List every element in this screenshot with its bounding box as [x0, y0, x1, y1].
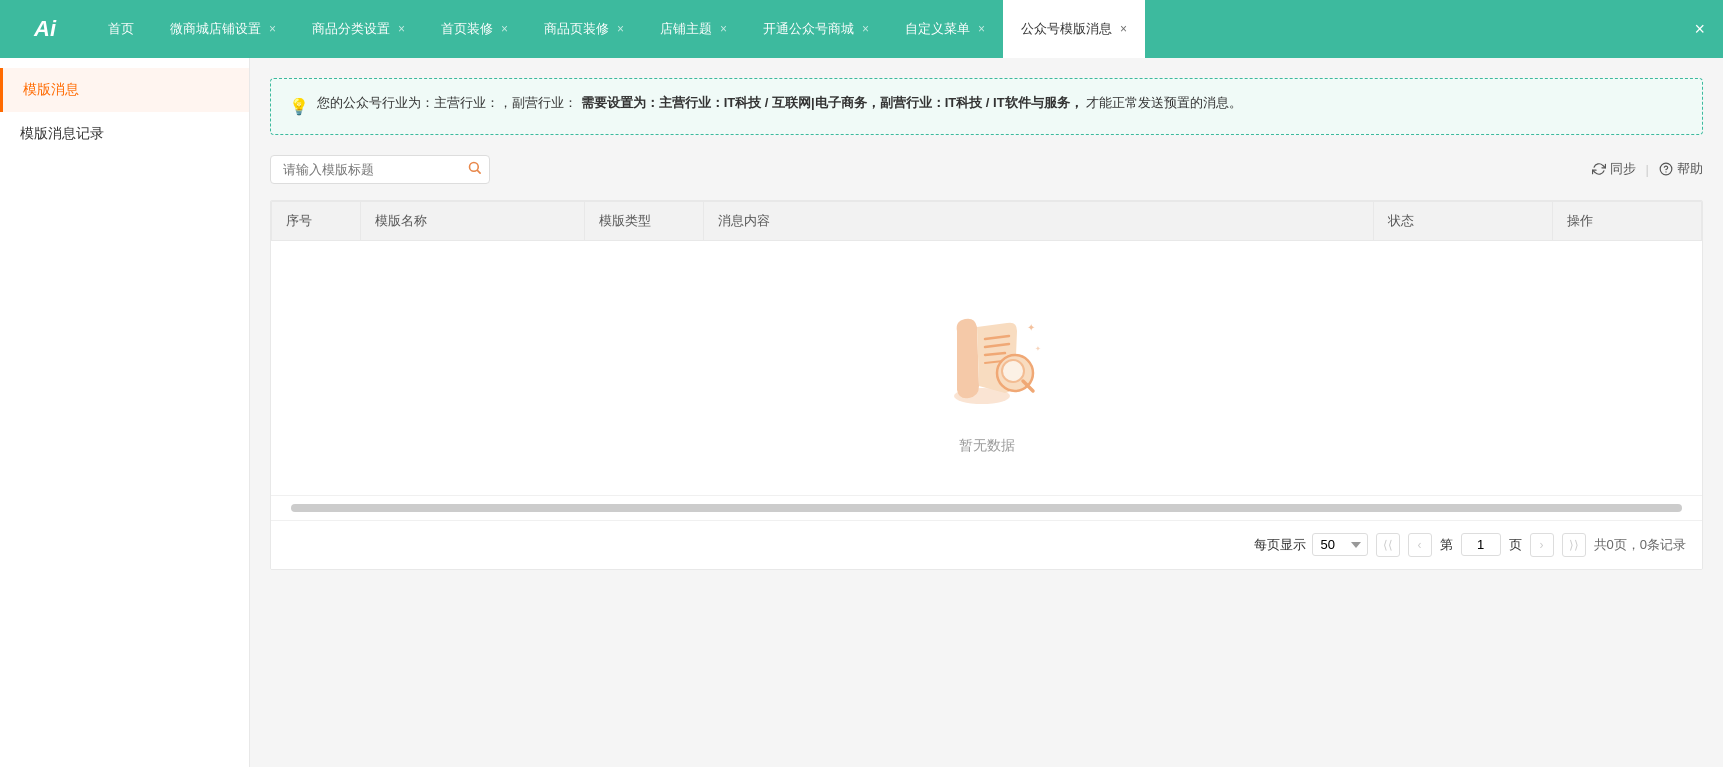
nav-item-close[interactable]: ×: [501, 22, 508, 36]
svg-line-1: [477, 171, 480, 174]
page-size-label: 每页显示: [1254, 536, 1306, 554]
table-header: 序号模版名称模版类型消息内容状态操作: [272, 201, 1702, 240]
table-header-cell: 消息内容: [703, 201, 1373, 240]
nav-item-label: 微商城店铺设置: [170, 20, 261, 38]
search-button[interactable]: [467, 160, 482, 178]
nav-item-label: 自定义菜单: [905, 20, 970, 38]
notice-suffix: 才能正常发送预置的消息。: [1086, 95, 1242, 110]
sync-button[interactable]: 同步: [1592, 160, 1636, 178]
nav-item[interactable]: 公众号模版消息 ×: [1003, 0, 1145, 58]
help-button[interactable]: 帮助: [1659, 160, 1703, 178]
svg-text:✦: ✦: [1035, 345, 1041, 352]
nav-item-label: 首页装修: [441, 20, 493, 38]
svg-text:✦: ✦: [1027, 322, 1035, 333]
prev-page-button[interactable]: ‹: [1408, 533, 1432, 557]
nav-item-close[interactable]: ×: [978, 22, 985, 36]
nav-item-label: 公众号模版消息: [1021, 20, 1112, 38]
sidebar-item[interactable]: 模版消息记录: [0, 112, 249, 156]
nav-item[interactable]: 自定义菜单 ×: [887, 0, 1003, 58]
logo: Ai: [0, 0, 90, 58]
nav-item-label: 商品分类设置: [312, 20, 390, 38]
table-header-cell: 操作: [1553, 201, 1702, 240]
nav-item-close[interactable]: ×: [862, 22, 869, 36]
page-input[interactable]: [1461, 533, 1501, 556]
nav-item-label: 商品页装修: [544, 20, 609, 38]
search-right: 同步 | 帮助: [1592, 160, 1703, 178]
table-header-cell: 模版名称: [361, 201, 584, 240]
nav-item[interactable]: 首页装修 ×: [423, 0, 526, 58]
notice-text: 您的公众号行业为：主营行业：，副营行业： 需要设置为：主营行业：IT科技 / 互…: [317, 93, 1684, 114]
first-page-button[interactable]: ⟨⟨: [1376, 533, 1400, 557]
page-size-select[interactable]: 102050100: [1312, 533, 1368, 556]
toolbar-divider: |: [1646, 162, 1649, 177]
notice-prefix: 您的公众号行业为：主营行业：，副营行业：: [317, 95, 577, 110]
notice-highlight: 需要设置为：主营行业：IT科技 / 互联网|电子商务，副营行业：IT科技 / I…: [581, 95, 1083, 110]
fake-scrollbar[interactable]: [291, 504, 1682, 512]
nav-item-close[interactable]: ×: [1120, 22, 1127, 36]
page-unit: 页: [1509, 536, 1522, 554]
close-all-button[interactable]: ×: [1676, 0, 1723, 58]
current-page-label: 第: [1440, 536, 1453, 554]
search-input-wrap: [270, 155, 490, 184]
nav-item[interactable]: 微商城店铺设置 ×: [152, 0, 294, 58]
nav-item-label: 首页: [108, 20, 134, 38]
nav-item[interactable]: 商品分类设置 ×: [294, 0, 423, 58]
nav-item-close[interactable]: ×: [617, 22, 624, 36]
svg-point-10: [1002, 360, 1024, 382]
scrollbar-area: [271, 495, 1702, 520]
table-header-cell: 状态: [1374, 201, 1553, 240]
nav-item-close[interactable]: ×: [720, 22, 727, 36]
table-header-cell: 序号: [272, 201, 361, 240]
empty-text: 暂无数据: [959, 437, 1015, 455]
nav-item[interactable]: 店铺主题 ×: [642, 0, 745, 58]
total-info: 共0页，0条记录: [1594, 536, 1686, 554]
sync-label: 同步: [1610, 160, 1636, 178]
next-page-button[interactable]: ›: [1530, 533, 1554, 557]
sidebar-items: 模版消息模版消息记录: [0, 68, 249, 156]
empty-state: ✦ ✦ 暂无数据: [271, 241, 1702, 495]
help-label: 帮助: [1677, 160, 1703, 178]
nav-items: 首页微商城店铺设置×商品分类设置×首页装修×商品页装修×店铺主题×开通公众号商城…: [90, 0, 1676, 58]
table-header-row: 序号模版名称模版类型消息内容状态操作: [272, 201, 1702, 240]
pagination-bar: 每页显示 102050100 ⟨⟨ ‹ 第 页 › ⟩⟩ 共0页，0条记录: [271, 520, 1702, 569]
nav-item[interactable]: 首页: [90, 0, 152, 58]
search-left: [270, 155, 490, 184]
table-header-cell: 模版类型: [584, 201, 703, 240]
last-page-button[interactable]: ⟩⟩: [1562, 533, 1586, 557]
content-area: 💡 您的公众号行业为：主营行业：，副营行业： 需要设置为：主营行业：IT科技 /…: [250, 58, 1723, 767]
nav-item[interactable]: 开通公众号商城 ×: [745, 0, 887, 58]
notice-icon: 💡: [289, 94, 309, 120]
main-layout: 模版消息模版消息记录 💡 您的公众号行业为：主营行业：，副营行业： 需要设置为：…: [0, 58, 1723, 767]
page-size-wrap: 每页显示 102050100: [1254, 533, 1368, 556]
table-container: 序号模版名称模版类型消息内容状态操作: [270, 200, 1703, 570]
notice-box: 💡 您的公众号行业为：主营行业：，副营行业： 需要设置为：主营行业：IT科技 /…: [270, 78, 1703, 135]
data-table: 序号模版名称模版类型消息内容状态操作: [271, 201, 1702, 241]
sidebar: 模版消息模版消息记录: [0, 58, 250, 767]
nav-item-close[interactable]: ×: [269, 22, 276, 36]
nav-item-label: 开通公众号商城: [763, 20, 854, 38]
top-nav: Ai 首页微商城店铺设置×商品分类设置×首页装修×商品页装修×店铺主题×开通公众…: [0, 0, 1723, 58]
empty-illustration: ✦ ✦: [927, 301, 1047, 421]
search-bar: 同步 | 帮助: [270, 155, 1703, 184]
nav-item[interactable]: 商品页装修 ×: [526, 0, 642, 58]
sidebar-item[interactable]: 模版消息: [0, 68, 249, 112]
search-input[interactable]: [270, 155, 490, 184]
nav-item-label: 店铺主题: [660, 20, 712, 38]
nav-item-close[interactable]: ×: [398, 22, 405, 36]
